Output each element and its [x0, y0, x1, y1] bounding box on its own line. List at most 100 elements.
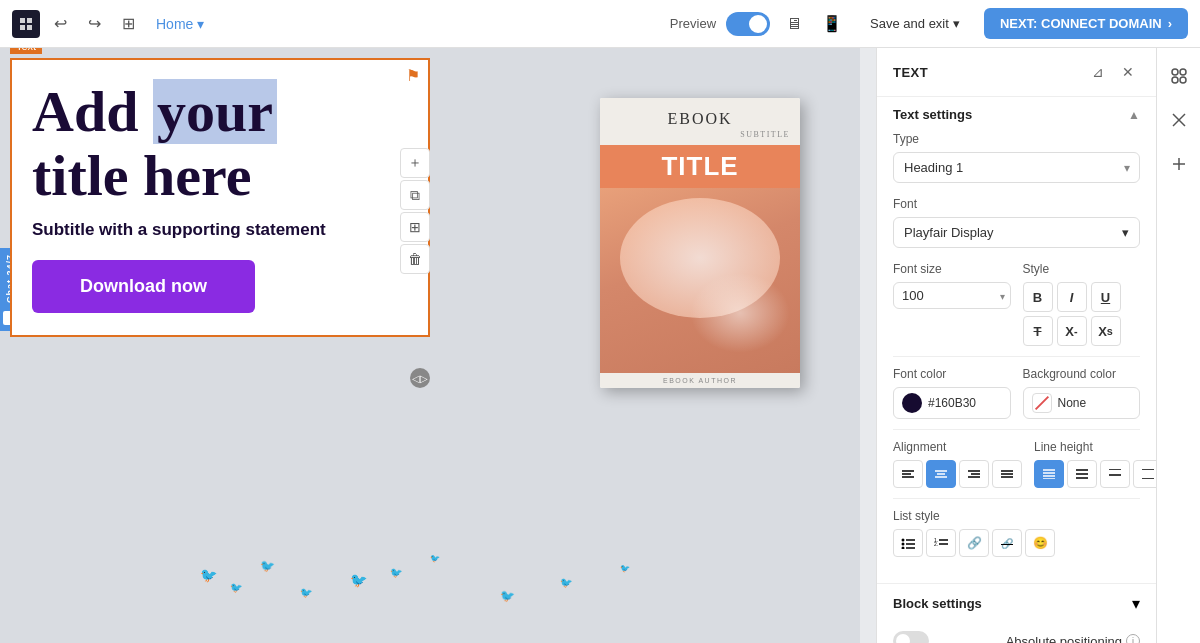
panel-title: TEXT	[893, 65, 928, 80]
save-exit-label: Save and exit	[870, 16, 949, 31]
alignment-buttons	[893, 460, 1022, 488]
ebook-author: EBOOK AUTHOR	[600, 373, 800, 388]
panel-header: TEXT ⊿ ✕	[877, 48, 1156, 97]
main-area: Chat 24/7 Text ⚑ Add your title here Sub…	[0, 48, 1200, 643]
save-exit-button[interactable]: Save and exit ▾	[856, 10, 974, 37]
paste-element-button[interactable]: ⊞	[400, 212, 430, 242]
size-style-row: Font size 100 80 60 48 Style B I	[893, 262, 1140, 346]
canvas-area[interactable]: Chat 24/7 Text ⚑ Add your title here Sub…	[0, 48, 876, 643]
type-select-wrapper[interactable]: Heading 1 Heading 2 Paragraph	[893, 152, 1140, 183]
absolute-positioning-toggle[interactable]	[893, 631, 929, 643]
download-now-button[interactable]: Download now	[32, 260, 255, 313]
close-panel-button[interactable]	[1163, 104, 1195, 136]
alignment-col: Alignment	[893, 440, 1022, 488]
dashboard-button[interactable]	[1163, 60, 1195, 92]
bold-button[interactable]: B	[1023, 282, 1053, 312]
style-buttons: B I U T X- Xs	[1023, 282, 1141, 346]
copy-element-button[interactable]: ⧉	[400, 180, 430, 210]
right-panel: TEXT ⊿ ✕ Text settings ▲ Type Heading 1 …	[876, 48, 1156, 643]
home-chevron-icon: ▾	[197, 16, 204, 32]
align-justify-button[interactable]	[992, 460, 1022, 488]
svg-text:2.: 2.	[934, 541, 938, 547]
absolute-positioning-label: Absolute positioning i	[1006, 634, 1140, 644]
svg-point-25	[902, 543, 905, 546]
topbar-left: ↩ ↪ ⊞ Home ▾	[12, 10, 662, 38]
text-settings-chevron-icon: ▲	[1128, 108, 1140, 122]
home-button[interactable]: Home ▾	[148, 12, 212, 36]
delete-element-button[interactable]: 🗑	[400, 244, 430, 274]
font-field-group: Font Playfair Display ▾	[893, 197, 1140, 248]
text-block[interactable]: Text ⚑ Add your title here Subtitle with…	[10, 58, 430, 337]
home-label: Home	[156, 16, 193, 32]
type-select[interactable]: Heading 1 Heading 2 Paragraph	[893, 152, 1140, 183]
text-block-flag-icon: ⚑	[406, 66, 420, 85]
align-center-button[interactable]	[926, 460, 956, 488]
emoji-button[interactable]: 😊	[1025, 529, 1055, 557]
line-height-col: Line height	[1034, 440, 1156, 488]
svg-point-34	[1180, 69, 1186, 75]
mobile-view-button[interactable]: 📱	[818, 10, 846, 38]
font-select-button[interactable]: Playfair Display ▾	[893, 217, 1140, 248]
link-button[interactable]: 🔗	[959, 529, 989, 557]
font-color-swatch-button[interactable]: #160B30	[893, 387, 1011, 419]
topbar: ↩ ↪ ⊞ Home ▾ Preview 🖥 📱 Save and exit ▾…	[0, 0, 1200, 48]
font-size-select[interactable]: 100 80 60 48	[893, 282, 1011, 309]
font-label: Font	[893, 197, 1140, 211]
app-logo[interactable]	[12, 10, 40, 38]
text-settings-label: Text settings	[893, 107, 972, 122]
add-element-button[interactable]: ＋	[400, 148, 430, 178]
resize-handle[interactable]: ◁▷	[410, 368, 430, 388]
abs-pos-info-icon[interactable]: i	[1126, 634, 1140, 643]
list-ordered-button[interactable]: 1.2.	[926, 529, 956, 557]
save-icon-button[interactable]: ⊞	[114, 10, 142, 38]
bg-color-swatch-button[interactable]: None	[1023, 387, 1141, 419]
redo-button[interactable]: ↪	[80, 10, 108, 38]
bird-7: 🐦	[430, 554, 440, 563]
text-settings-section[interactable]: Text settings ▲	[877, 97, 1156, 132]
bird-10: 🐦	[620, 564, 630, 573]
font-color-swatch	[902, 393, 922, 413]
font-color-field: Font color #160B30	[893, 367, 1011, 419]
line-height-extra-button[interactable]	[1133, 460, 1156, 488]
desktop-view-button[interactable]: 🖥	[780, 10, 808, 38]
bird-1: 🐦	[200, 567, 217, 583]
svg-point-27	[902, 547, 905, 550]
list-unordered-button[interactable]	[893, 529, 923, 557]
ebook-title: EBOOK	[610, 110, 790, 128]
text-block-label: Text	[10, 48, 42, 54]
superscript-button[interactable]: Xs	[1091, 316, 1121, 346]
underline-button[interactable]: U	[1091, 282, 1121, 312]
far-right-panel	[1156, 48, 1200, 643]
panel-pin-button[interactable]: ⊿	[1086, 60, 1110, 84]
connect-domain-button[interactable]: NEXT: CONNECT DOMAIN ›	[984, 8, 1188, 39]
list-style-buttons: 1.2. 🔗 🔗 😊	[893, 529, 1140, 557]
subscript-button[interactable]: X-	[1057, 316, 1087, 346]
save-exit-chevron-icon: ▾	[953, 16, 960, 31]
line-height-normal-button[interactable]	[1067, 460, 1097, 488]
align-left-button[interactable]	[893, 460, 923, 488]
font-size-select-wrapper[interactable]: 100 80 60 48	[893, 282, 1011, 309]
strikethrough-button[interactable]: T	[1023, 316, 1053, 346]
birds-area: 🐦 🐦 🐦 🐦 🐦 🐦 🐦 🐦 🐦 🐦	[0, 523, 860, 643]
add-button[interactable]	[1163, 148, 1195, 180]
preview-toggle[interactable]	[726, 12, 770, 36]
absolute-positioning-row: Absolute positioning i	[877, 623, 1156, 643]
heading-highlight: your	[153, 79, 277, 144]
list-style-label: List style	[893, 509, 1140, 523]
panel-close-button[interactable]: ✕	[1116, 60, 1140, 84]
unlink-button[interactable]: 🔗	[992, 529, 1022, 557]
align-right-button[interactable]	[959, 460, 989, 488]
font-value: Playfair Display	[904, 225, 994, 240]
ebook-title-big: TITLE	[608, 151, 792, 182]
line-height-loose-button[interactable]	[1100, 460, 1130, 488]
svg-point-33	[1172, 69, 1178, 75]
line-height-label: Line height	[1034, 440, 1156, 454]
undo-button[interactable]: ↩	[46, 10, 74, 38]
ebook-top: EBOOK SUBTITLE	[600, 98, 800, 145]
italic-button[interactable]: I	[1057, 282, 1087, 312]
line-height-compact-button[interactable]	[1034, 460, 1064, 488]
heading-text[interactable]: Add your title here	[32, 80, 408, 208]
subtitle-text[interactable]: Subtitle with a supporting statement	[32, 220, 408, 240]
site-preview: Chat 24/7 Text ⚑ Add your title here Sub…	[0, 48, 860, 643]
block-settings-section[interactable]: Block settings ▾	[877, 583, 1156, 623]
